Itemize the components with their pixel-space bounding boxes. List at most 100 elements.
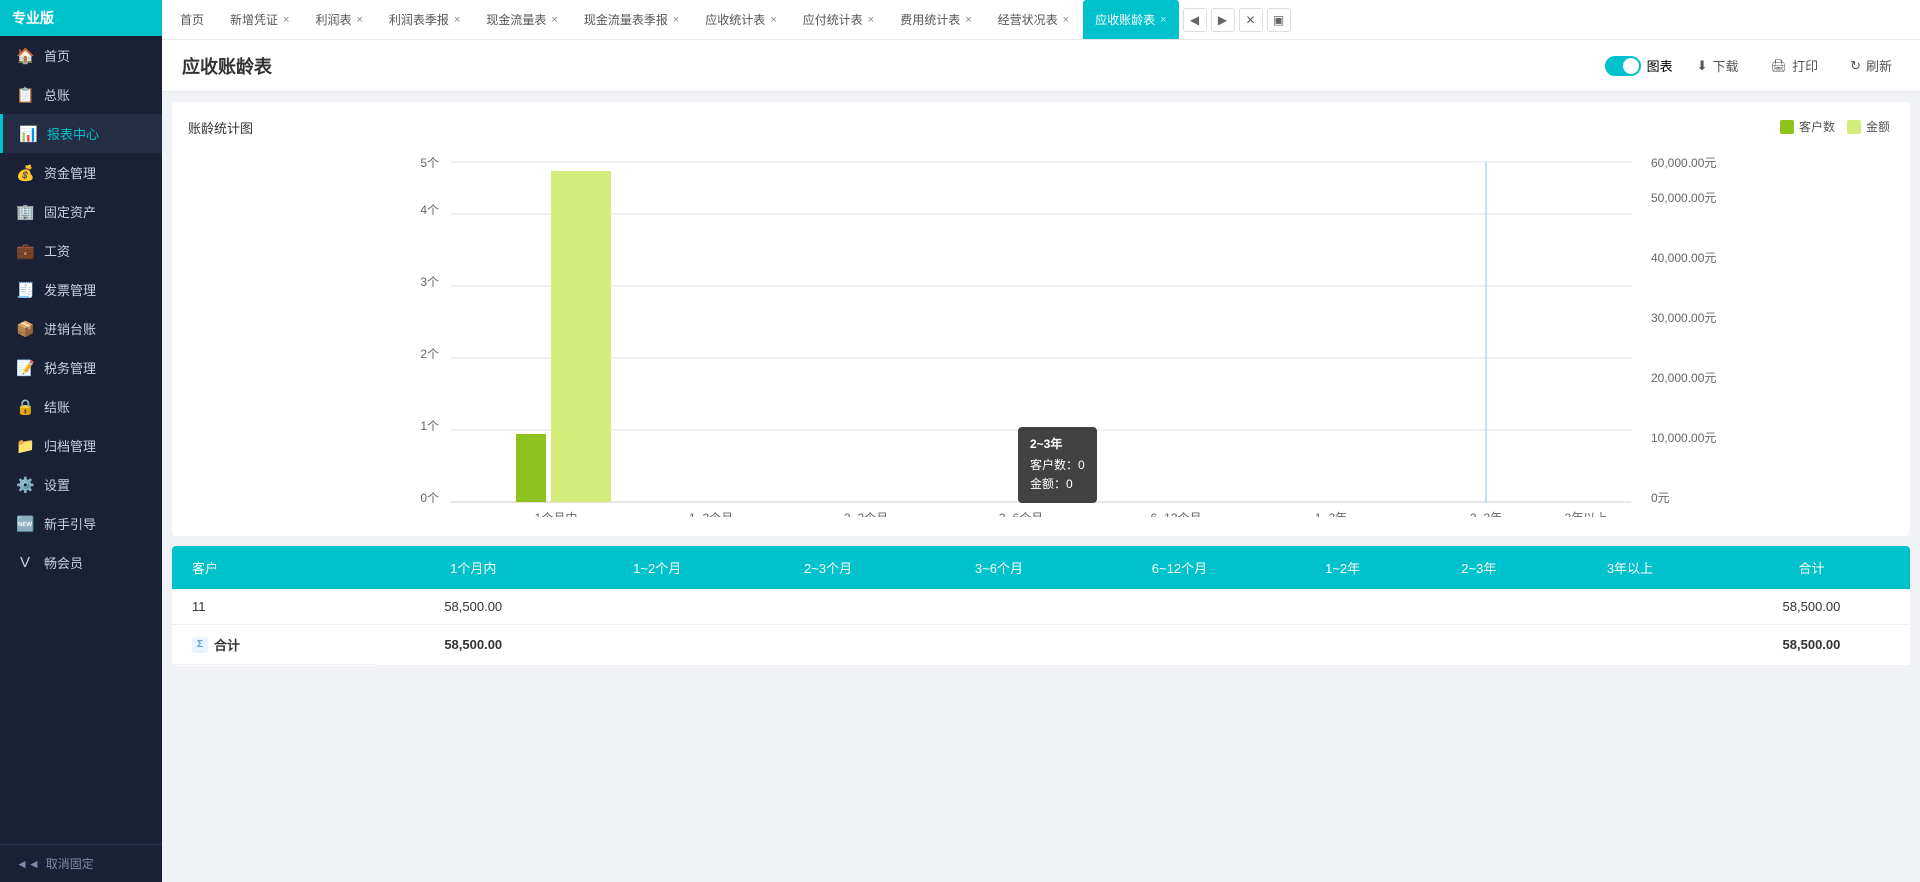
assets-icon: 🏢 [16,203,34,221]
svg-text:3~6个月: 3~6个月 [999,511,1043,517]
sidebar-item-funds[interactable]: 💰资金管理 [0,153,162,192]
chart-svg: 0个 1个 2个 3个 4个 5个 0元 10,000.00元 20,000.0… [188,147,1894,517]
sidebar-item-label: 报表中心 [47,124,99,143]
bar-1m-amount [551,171,611,502]
sidebar-item-label: 归档管理 [44,436,96,455]
sidebar-item-ledger[interactable]: 📋总账 [0,75,162,114]
tab-cashflow[interactable]: 现金流量表× [474,0,569,39]
cell-total-3yplus [1547,625,1713,666]
th-36m: 3~6个月 [913,546,1084,589]
chart-toggle[interactable] [1605,56,1641,76]
cell-total-12y [1275,625,1411,666]
header-actions: 图表 ⬇ 下载 🖨 打印 ↻ 刷新 [1605,52,1900,79]
legend-amount: 金额 [1847,118,1890,135]
cell-total-12m [572,625,743,666]
tab-ar-stat[interactable]: 应收统计表× [693,0,788,39]
tab-close-icon[interactable]: × [770,14,776,26]
tab-close-icon[interactable]: × [965,14,971,26]
tab-label: 应收账龄表 [1095,11,1155,28]
sidebar-item-label: 进销台账 [44,319,96,338]
svg-text:5个: 5个 [420,156,439,170]
tab-label: 首页 [180,11,204,28]
print-btn[interactable]: 🖨 打印 [1763,52,1827,79]
cell-total-23m [743,625,914,666]
tab-ar-aging[interactable]: 应收账龄表 × [1083,0,1178,39]
tab-label: 应付统计表 [803,11,863,28]
legend-customer-label: 客户数 [1799,118,1835,135]
tab-close-icon[interactable]: × [1063,14,1069,26]
cell-customer: 11 [172,589,375,625]
ar-aging-table: 客户 1个月内 1~2个月 2~3个月 3~6个月 6~12个月 1~2年 2~… [172,546,1910,666]
sidebar-item-archive[interactable]: 📁归档管理 [0,426,162,465]
sidebar-item-label: 新手引导 [44,514,96,533]
sidebar-item-vip[interactable]: V畅会员 [0,543,162,582]
tab-close-btn[interactable]: ✕ [1239,8,1263,32]
reports-icon: 📊 [19,125,37,143]
settings-icon: ⚙️ [16,476,34,494]
cell-36m [913,589,1084,625]
tab-close-icon[interactable]: × [454,14,460,26]
tab-prev-btn[interactable]: ◀ [1183,8,1207,32]
tab-label: 新增凭证 [230,11,278,28]
sidebar-item-invoice[interactable]: 🧾发票管理 [0,270,162,309]
cell-total-1m: 58,500.00 [375,625,572,666]
table-total-row: Σ合计 58,500.00 58,500.00 [172,625,1910,666]
th-total: 合计 [1713,546,1910,589]
sidebar: 专业版 🏠首页📋总账 📊 报表中心 💰资金管理🏢固定资产💼工资🧾发票管理 📦 进销台账 📝税… [0,0,162,882]
tab-next-btn[interactable]: ▶ [1211,8,1235,32]
sidebar-item-inventory[interactable]: 📦 进销台账 [0,309,162,348]
tab-close-icon[interactable]: × [356,14,362,26]
refresh-btn[interactable]: ↻ 刷新 [1842,52,1900,79]
sidebar-item-guide[interactable]: 🆕新手引导 [0,504,162,543]
tab-profit[interactable]: 利润表× [303,0,374,39]
tab-profit-q[interactable]: 利润表季报× [377,0,472,39]
sidebar-item-salary[interactable]: 💼工资 [0,231,162,270]
tab-home[interactable]: 首页 [168,0,216,39]
salary-icon: 💼 [16,242,34,260]
app-logo: 专业版 [0,0,162,36]
tab-close-icon[interactable]: × [868,14,874,26]
tab-voucher[interactable]: 新增凭证 × [218,0,301,39]
sidebar-item-label: 资金管理 [44,163,96,182]
tax-icon: 📝 [16,359,34,377]
legend-amount-label: 金额 [1866,118,1890,135]
th-612m: 6~12个月 [1084,546,1274,589]
tab-expand-btn[interactable]: ▣ [1267,8,1291,32]
chart-svg-wrap: 0个 1个 2个 3个 4个 5个 0元 10,000.00元 20,000.0… [188,147,1894,520]
th-12y: 1~2年 [1275,546,1411,589]
sidebar-toggle-pin[interactable]: ◄◄ 取消固定 [0,844,162,882]
sidebar-item-settings[interactable]: ⚙️设置 [0,465,162,504]
chart-legend: 客户数 金额 [1780,118,1890,135]
sidebar-item-reports[interactable]: 📊 报表中心 [0,114,162,153]
cell-total-36m [913,625,1084,666]
svg-text:6~12个月: 6~12个月 [1150,511,1201,517]
tab-cashflow-q[interactable]: 现金流量表季报× [572,0,691,39]
tab-close-icon[interactable]: × [551,14,557,26]
svg-text:2~3年: 2~3年 [1470,511,1502,517]
sidebar-item-home[interactable]: 🏠首页 [0,36,162,75]
legend-customer-color [1780,120,1794,134]
sidebar-item-tax[interactable]: 📝税务管理 [0,348,162,387]
tab-close-icon[interactable]: × [673,14,679,26]
th-23y: 2~3年 [1411,546,1547,589]
tab-close-icon[interactable]: × [1160,14,1166,26]
chart-area: 账龄统计图 客户数 金额 0个 1个 2个 3个 4个 [172,102,1910,536]
svg-text:30,000.00元: 30,000.00元 [1651,311,1716,325]
tab-biz[interactable]: 经营状况表× [986,0,1081,39]
svg-text:50,000.00元: 50,000.00元 [1651,191,1716,205]
sidebar-item-label: 畅会员 [44,553,83,572]
svg-text:20,000.00元: 20,000.00元 [1651,371,1716,385]
tab-expense[interactable]: 费用统计表× [888,0,983,39]
cell-23y [1411,589,1547,625]
sidebar-item-closing[interactable]: 🔒结账 [0,387,162,426]
inventory-icon: 📦 [16,320,34,338]
tab-ap-stat[interactable]: 应付统计表 × [791,0,886,39]
th-1m: 1个月内 [375,546,572,589]
download-btn[interactable]: ⬇ 下载 [1689,52,1747,79]
th-3yplus: 3年以上 [1547,546,1713,589]
home-icon: 🏠 [16,47,34,65]
table-area: 客户 1个月内 1~2个月 2~3个月 3~6个月 6~12个月 1~2年 2~… [172,546,1910,666]
tab-close-icon[interactable]: × [283,14,289,26]
svg-text:2个: 2个 [420,347,439,361]
sidebar-item-assets[interactable]: 🏢固定资产 [0,192,162,231]
